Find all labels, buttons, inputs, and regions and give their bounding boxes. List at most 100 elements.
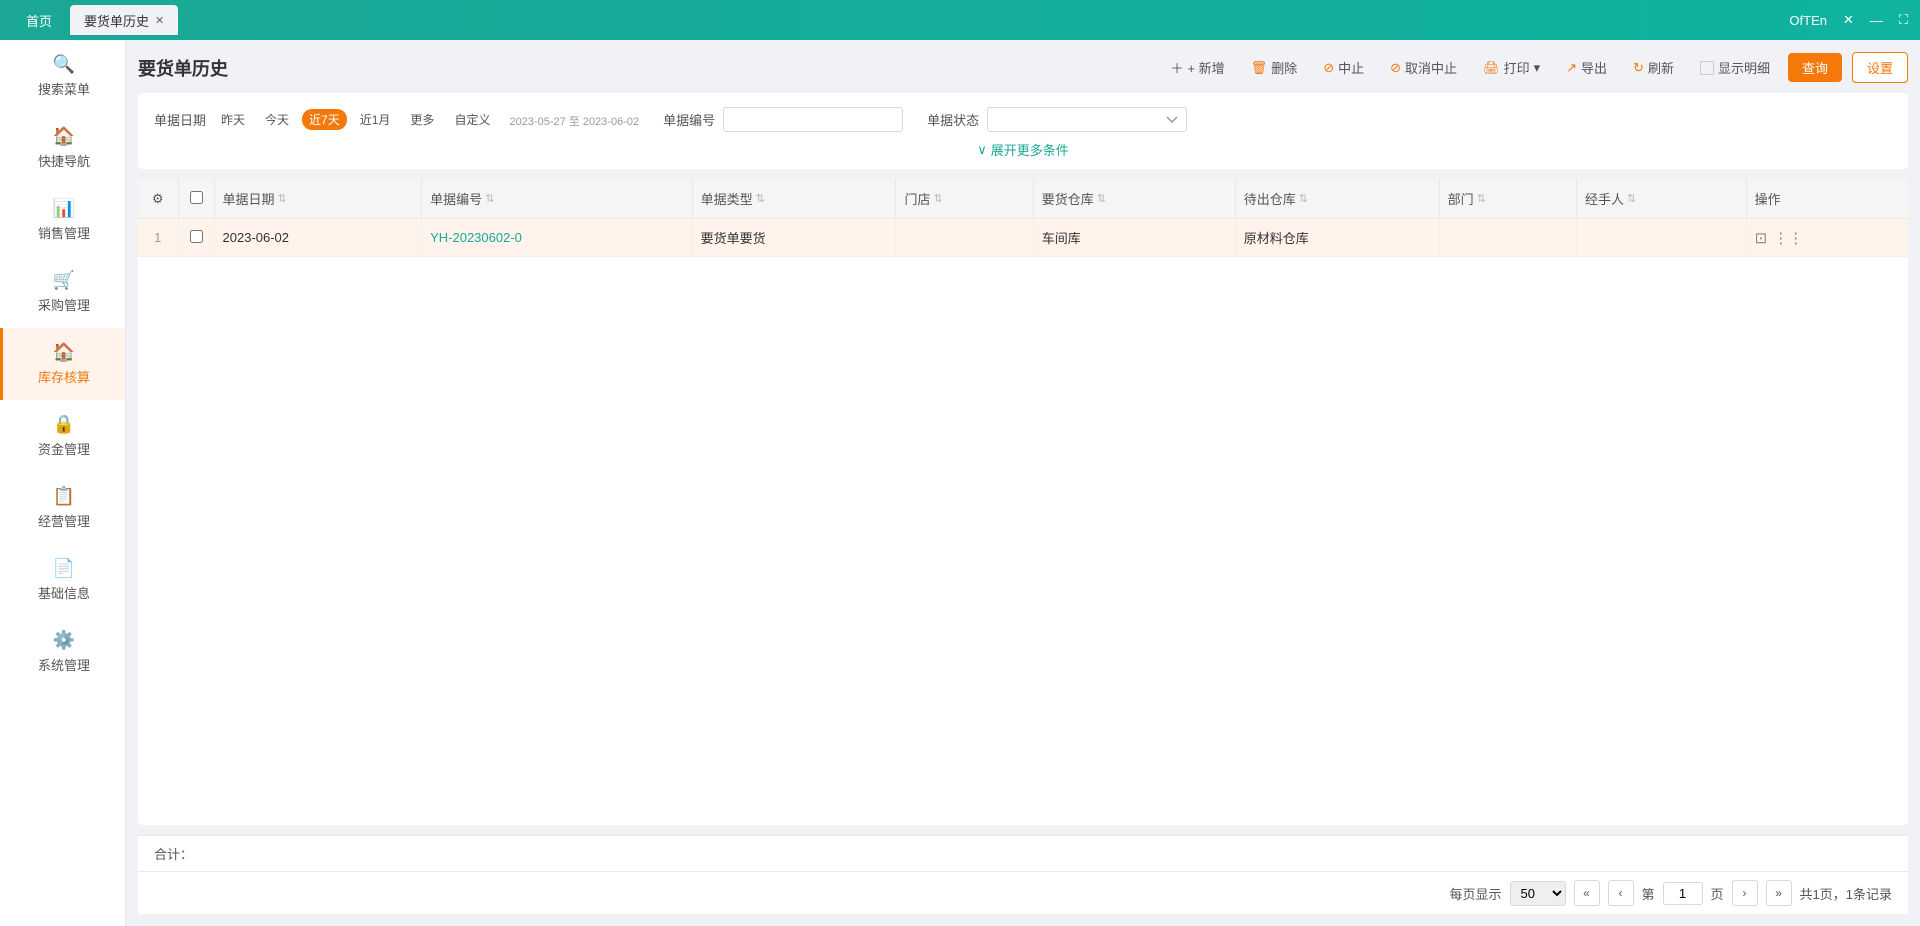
row-doc-type: 要货单要货: [692, 219, 896, 257]
basic-info-icon: 📄: [53, 558, 75, 579]
display-detail-label: 显示明细: [1718, 58, 1770, 77]
table-row: 1 2023-06-02 YH-20230602-0 要货单要货 车间库 原材料…: [138, 219, 1908, 257]
th-settings[interactable]: ⚙: [138, 179, 178, 219]
th-pending-warehouse[interactable]: 待出仓库 ⇅: [1235, 179, 1439, 219]
th-doc-date[interactable]: 单据日期 ⇅: [214, 179, 422, 219]
delete-label: 删除: [1271, 58, 1297, 77]
sidebar-item-inventory-calc[interactable]: 🏠 库存核算: [0, 328, 125, 400]
sidebar-item-system-mgmt[interactable]: ⚙️ 系统管理: [0, 616, 125, 688]
sidebar-item-search-menu-label: 搜索菜单: [38, 79, 90, 98]
date-btn-yesterday[interactable]: 昨天: [214, 109, 252, 130]
filter-panel: 单据日期 昨天 今天 近7天 近1月 更多 自定义 2023-05-27 至 2…: [138, 93, 1908, 169]
export-button[interactable]: ↗ 导出: [1558, 54, 1615, 81]
display-detail-checkbox[interactable]: [1700, 61, 1714, 75]
th-handler-label: 经手人: [1585, 189, 1624, 208]
maximize-icon[interactable]: ⛶: [1899, 12, 1908, 28]
settings-button[interactable]: 设置: [1852, 52, 1908, 83]
sidebar-item-operations-mgmt[interactable]: 📋 经营管理: [0, 472, 125, 544]
minimize-icon[interactable]: —: [1870, 13, 1883, 28]
sort-doc-no-icon: ⇅: [485, 192, 494, 205]
row-select-checkbox[interactable]: [190, 230, 203, 243]
sidebar-item-sales-mgmt-label: 销售管理: [38, 223, 90, 242]
doc-no-link[interactable]: YH-20230602-0: [430, 230, 522, 245]
tab-requisition-history[interactable]: 要货单历史 ✕: [70, 5, 178, 35]
sidebar-item-quick-nav[interactable]: 🏠 快捷导航: [0, 112, 125, 184]
cancel-stop-button[interactable]: ⊘ 取消中止: [1382, 54, 1465, 81]
page-num-input[interactable]: [1663, 882, 1703, 905]
page-size-select[interactable]: 50 10 20 100: [1510, 881, 1566, 906]
toolbar: ＋ + 新增 🗑 删除 ⊘ 中止 ⊘ 取消中止 🖨 打印: [1162, 52, 1908, 83]
top-bar-user: OfTEn: [1789, 13, 1827, 28]
expand-more-button[interactable]: ∨ 展开更多条件: [154, 140, 1892, 159]
page-nav-next[interactable]: ›: [1732, 880, 1758, 906]
th-doc-type[interactable]: 单据类型 ⇅: [692, 179, 896, 219]
tab-home[interactable]: 首页: [12, 5, 66, 35]
filter-row: 单据日期 昨天 今天 近7天 近1月 更多 自定义 2023-05-27 至 2…: [154, 107, 1892, 132]
th-store[interactable]: 门店 ⇅: [896, 179, 1033, 219]
sidebar-item-purchase-mgmt[interactable]: 🛒 采购管理: [0, 256, 125, 328]
data-table: ⚙ 单据日期 ⇅ 单据编号 ⇅: [138, 179, 1908, 257]
total-info: 共1页，1条记录: [1800, 884, 1892, 903]
sort-req-warehouse-icon: ⇅: [1097, 192, 1106, 205]
sidebar-item-finance-mgmt[interactable]: 🔒 资金管理: [0, 400, 125, 472]
status-select[interactable]: [987, 107, 1187, 132]
top-bar-right: OfTEn ✕ — ⛶: [1789, 12, 1908, 28]
select-all-checkbox[interactable]: [190, 191, 203, 204]
th-doc-type-label: 单据类型: [701, 189, 753, 208]
th-req-warehouse[interactable]: 要货仓库 ⇅: [1033, 179, 1235, 219]
date-btn-more[interactable]: 更多: [403, 109, 441, 130]
sort-pending-warehouse-icon: ⇅: [1299, 192, 1308, 205]
table-container: ⚙ 单据日期 ⇅ 单据编号 ⇅: [138, 179, 1908, 825]
row-doc-date: 2023-06-02: [214, 219, 422, 257]
tab-close-icon[interactable]: ✕: [155, 14, 164, 27]
row-req-warehouse: 车间库: [1033, 219, 1235, 257]
th-checkbox[interactable]: [178, 179, 214, 219]
stop-button[interactable]: ⊘ 中止: [1315, 54, 1372, 81]
date-btn-1month[interactable]: 近1月: [353, 109, 398, 130]
row-view-icon[interactable]: ⊡: [1755, 229, 1768, 247]
sort-doc-date-icon: ⇅: [278, 192, 287, 205]
export-label: 导出: [1581, 58, 1607, 77]
th-dept-label: 部门: [1448, 189, 1474, 208]
row-checkbox[interactable]: [178, 219, 214, 257]
sidebar-item-search-menu[interactable]: 🔍 搜索菜单: [0, 40, 125, 112]
cancel-stop-icon: ⊘: [1390, 60, 1401, 76]
new-icon: ＋: [1170, 58, 1183, 77]
page-nav-first[interactable]: «: [1574, 880, 1600, 906]
new-label: + 新增: [1187, 58, 1224, 77]
th-handler[interactable]: 经手人 ⇅: [1576, 179, 1746, 219]
date-btn-7days[interactable]: 近7天: [302, 109, 347, 130]
date-btn-custom[interactable]: 自定义: [447, 109, 497, 130]
sidebar-item-basic-info[interactable]: 📄 基础信息: [0, 544, 125, 616]
bottom-bar: 合计： 每页显示 50 10 20 100 « ‹ 第 页 › » 共1页，1条…: [138, 835, 1908, 914]
display-detail-button[interactable]: 显示明细: [1692, 54, 1778, 81]
close-window-icon[interactable]: ✕: [1843, 12, 1854, 28]
page-nav-prev[interactable]: ‹: [1608, 880, 1634, 906]
refresh-button[interactable]: ↻ 刷新: [1625, 54, 1682, 81]
sidebar-item-sales-mgmt[interactable]: 📊 销售管理: [0, 184, 125, 256]
finance-mgmt-icon: 🔒: [53, 414, 75, 435]
query-button[interactable]: 查询: [1788, 53, 1842, 82]
sidebar-item-basic-info-label: 基础信息: [38, 583, 90, 602]
th-action: 操作: [1746, 179, 1908, 219]
sidebar-item-quick-nav-label: 快捷导航: [38, 151, 90, 170]
print-button[interactable]: 🖨 打印 ▾: [1475, 54, 1548, 81]
purchase-mgmt-icon: 🛒: [53, 270, 75, 291]
docno-input[interactable]: [723, 107, 903, 132]
operations-mgmt-icon: 📋: [53, 486, 75, 507]
row-more-icon[interactable]: ⋮⋮: [1773, 229, 1803, 247]
status-filter-label: 单据状态: [927, 110, 979, 129]
print-chevron-icon: ▾: [1534, 60, 1541, 76]
new-button[interactable]: ＋ + 新增: [1162, 54, 1232, 81]
top-bar: 首页 要货单历史 ✕ OfTEn ✕ — ⛶: [0, 0, 1920, 40]
date-btn-today[interactable]: 今天: [258, 109, 296, 130]
row-store: [896, 219, 1033, 257]
main-layout: 🔍 搜索菜单 🏠 快捷导航 📊 销售管理 🛒 采购管理 🏠 库存核算 🔒 资金管…: [0, 40, 1920, 926]
stop-label: 中止: [1338, 58, 1364, 77]
page-nav-last[interactable]: »: [1766, 880, 1792, 906]
th-doc-no[interactable]: 单据编号 ⇅: [422, 179, 692, 219]
row-doc-no[interactable]: YH-20230602-0: [422, 219, 692, 257]
th-dept[interactable]: 部门 ⇅: [1439, 179, 1576, 219]
th-store-label: 门店: [904, 189, 930, 208]
delete-button[interactable]: 🗑 删除: [1243, 54, 1306, 81]
